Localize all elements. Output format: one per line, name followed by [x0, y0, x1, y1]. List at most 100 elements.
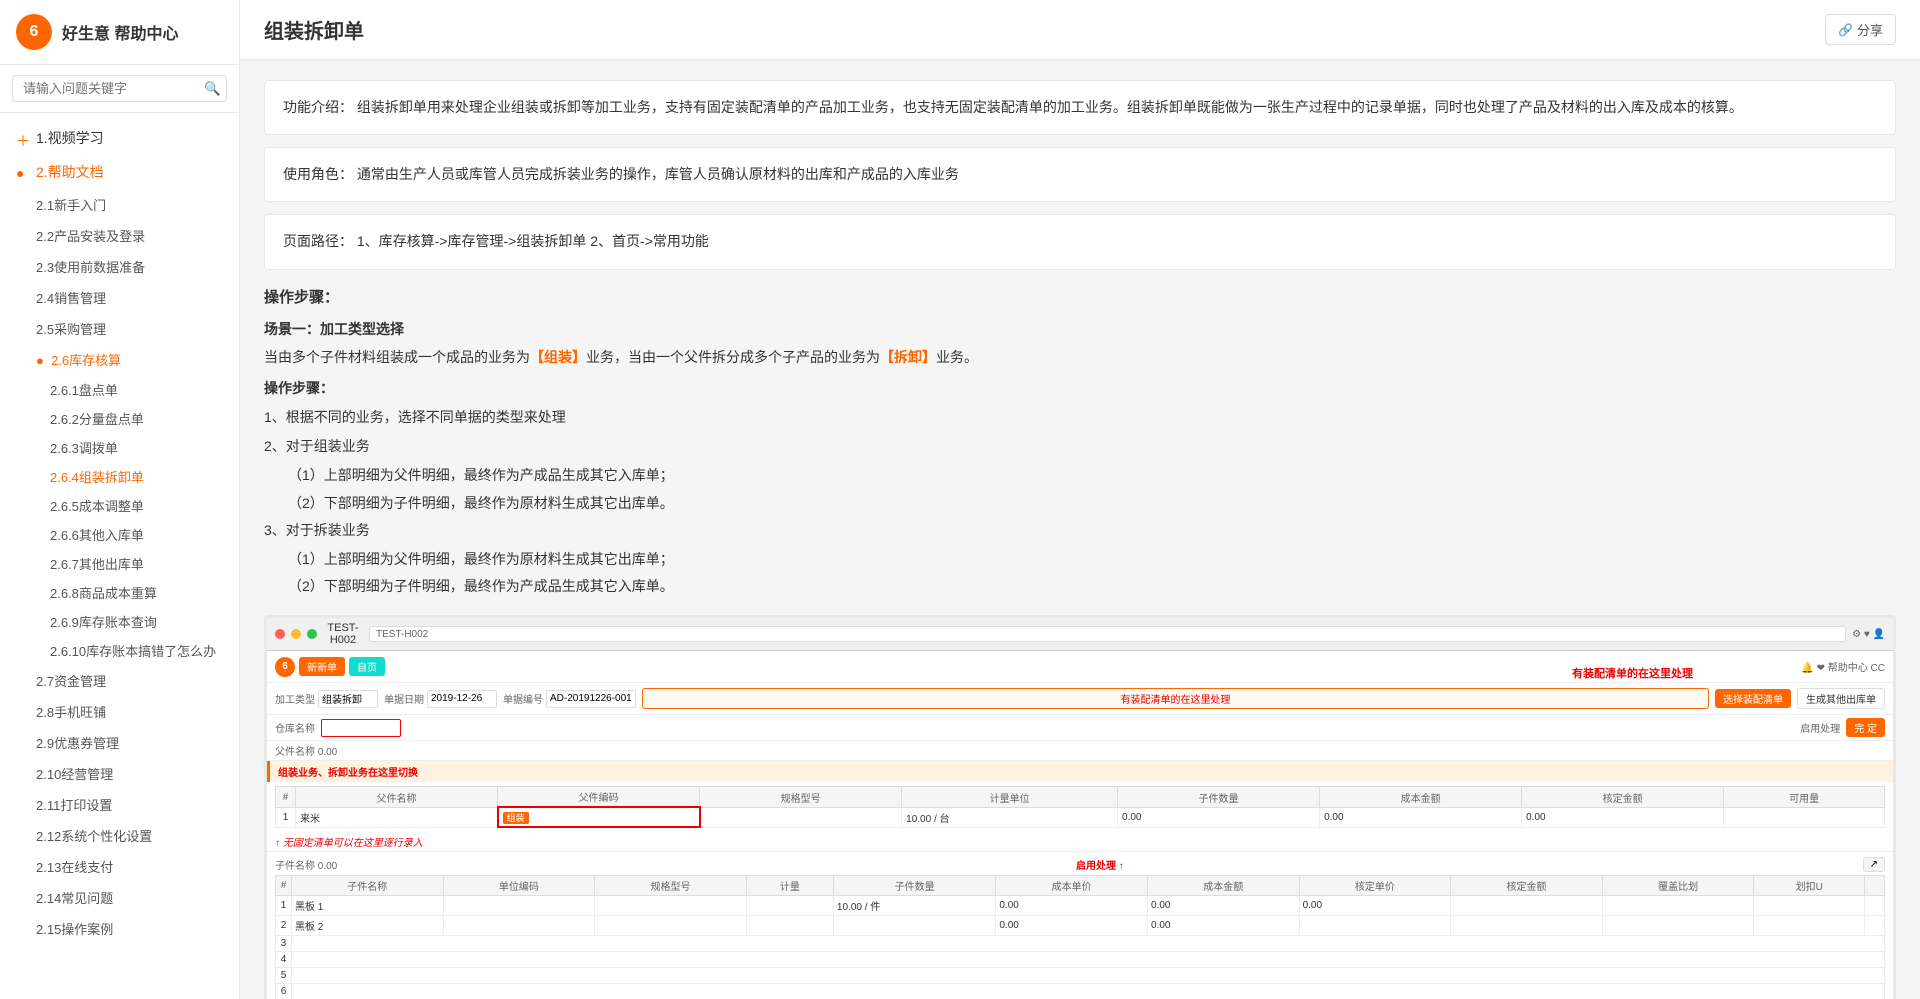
sim-enable-btn[interactable]: 完 定 — [1846, 718, 1885, 737]
nav-sub-items-docs: 2.1新手入门 2.2产品安装及登录 2.3使用前数据准备 2.4销售管理 2.… — [0, 189, 239, 944]
sim-top-row-1-name: 来米 — [296, 807, 498, 827]
sidebar-item-2-11[interactable]: 2.11打印设置 — [0, 789, 239, 820]
sim-bottom-section: 子件名称 0.00 启用处理 ↑ ↗ # 子件名称 单位编码 规格 — [267, 851, 1893, 999]
nav-section-1: ＋ 1.视频学习 — [0, 121, 239, 155]
sim-top-row-1-unit: 10.00 / 台 — [902, 807, 1118, 827]
sidebar-item-2-4[interactable]: 2.4销售管理 — [0, 282, 239, 313]
search-input[interactable] — [12, 75, 227, 102]
sim-enable-label: 启用处理 — [1800, 720, 1840, 735]
sim-type-label: 加工类型 — [275, 691, 315, 706]
steps-title: 操作步骤： — [264, 376, 1896, 401]
sidebar-item-2-6-4[interactable]: 2.6.4组装拆卸单 — [0, 462, 239, 491]
sim-expand-btn[interactable]: ↗ — [1863, 857, 1885, 872]
scenario1-title: 场景一：加工类型选择 — [264, 319, 1896, 339]
sim-app-logo: 6 — [275, 657, 295, 677]
share-icon: 🔗 — [1838, 23, 1853, 37]
page-title: 组装拆卸单 — [264, 15, 364, 44]
sidebar-item-2-10[interactable]: 2.10经营管理 — [0, 758, 239, 789]
sim-top-table-section: # 父件名称 父件编码 规格型号 计量单位 子件数量 成本金额 核定金额 可用量 — [267, 782, 1893, 832]
sim-date-input[interactable] — [427, 690, 497, 708]
sim-alert-box: 有装配清单的在这里处理 — [642, 688, 1709, 709]
sim-top-row-1-spec — [700, 807, 902, 827]
sim-tab-btn[interactable]: 自页 — [349, 657, 385, 676]
sim-top-row-1-num: 1 — [276, 807, 296, 827]
sidebar-item-2-6-6[interactable]: 2.6.6其他入库单 — [0, 520, 239, 549]
func-intro-label: 功能介绍： — [283, 99, 353, 115]
topbar: 组装拆卸单 🔗 分享 — [240, 0, 1920, 60]
sidebar-item-2-5[interactable]: 2.5采购管理 — [0, 313, 239, 344]
sidebar-item-2-3[interactable]: 2.3使用前数据准备 — [0, 251, 239, 282]
path-intro-text: 1、库存核算->库存管理->组装拆卸单 2、首页->常用功能 — [357, 233, 709, 249]
sim-enable-wrap: 启用处理 ↑ — [1076, 856, 1124, 872]
sim-top-row-1-cost: 0.00 — [1320, 807, 1522, 827]
nav-section-2: ● 2.帮助文档 2.1新手入门 2.2产品安装及登录 2.3使用前数据准备 — [0, 155, 239, 944]
sim-switch-annotation: 组装业务、拆卸业务在这里切换 — [267, 761, 1893, 782]
sidebar-item-2-12[interactable]: 2.12系统个性化设置 — [0, 820, 239, 851]
sim-enable-annotation-2: 启用处理 ↑ — [1076, 861, 1124, 872]
sim-warehouse-input[interactable] — [321, 719, 401, 737]
sidebar-item-2-2[interactable]: 2.2产品安装及登录 — [0, 220, 239, 251]
sidebar-item-2-6-10[interactable]: 2.6.10库存账本搞错了怎么办 — [0, 636, 239, 665]
sidebar-item-2-7[interactable]: 2.7资金管理 — [0, 665, 239, 696]
sim-top-nav-icons: 🔔 ❤ 帮助中心 CC — [1801, 659, 1885, 674]
path-intro-label: 页面路径： — [283, 233, 353, 249]
sim-sub-count: 子件名称 0.00 — [275, 857, 337, 872]
sidebar-item-2-6-3[interactable]: 2.6.3调拨单 — [0, 433, 239, 462]
sim-type-field: 加工类型 — [275, 690, 378, 708]
sim-type-badge: 组装 — [503, 812, 529, 824]
sim-bottom-table: # 子件名称 单位编码 规格型号 计量 子件数量 成本单价 成本金额 核定单价 … — [275, 875, 1885, 999]
minus-icon: ● — [16, 165, 30, 179]
step-3-1: （1）上部明细为父件明细，最终作为原材料生成其它出库单； — [264, 547, 1896, 572]
step-2: 2、对于组装业务 — [264, 434, 1896, 459]
sim-browser-icons: ⚙ ♥ 👤 — [1852, 629, 1885, 640]
sim-address-text: TEST-H002 — [323, 622, 363, 646]
func-intro-text: 组装拆卸单用来处理企业组装或拆卸等加工业务，支持有固定装配清单的产品加工业务，也… — [357, 99, 1743, 115]
sim-inline-annotation: ↑ 无固定清单可以在这里逐行录入 — [267, 832, 1893, 851]
sidebar-item-2-6-9[interactable]: 2.6.9库存账本查询 — [0, 607, 239, 636]
content-area: 功能介绍： 组装拆卸单用来处理企业组装或拆卸等加工业务，支持有固定装配清单的产品… — [240, 60, 1920, 999]
sim-bottom-header: 子件名称 0.00 启用处理 ↑ ↗ — [275, 856, 1885, 872]
sim-top-row-1-code[interactable]: 组装 — [498, 807, 700, 827]
sidebar-item-docs[interactable]: ● 2.帮助文档 — [0, 155, 239, 189]
sim-top-row-1-qty: 0.00 — [1118, 807, 1320, 827]
step-2-1: （1）上部明细为父件明细，最终作为产成品生成其它入库单； — [264, 463, 1896, 488]
sim-count-text: 父件名称 0.00 — [275, 743, 337, 758]
sidebar-item-2-1[interactable]: 2.1新手入门 — [0, 189, 239, 220]
sim-select-bom-btn[interactable]: 选择装配清单 — [1715, 689, 1791, 708]
sim-url-bar: TEST-H002 — [369, 626, 1846, 642]
func-intro-block: 功能介绍： 组装拆卸单用来处理企业组装或拆卸等加工业务，支持有固定装配清单的产品… — [264, 80, 1896, 135]
sidebar-item-2-6-1[interactable]: 2.6.1盘点单 — [0, 375, 239, 404]
sim-new-btn[interactable]: 新新单 — [299, 657, 345, 676]
sidebar-item-2-14[interactable]: 2.14常见问题 — [0, 882, 239, 913]
step-3: 3、对于拆装业务 — [264, 518, 1896, 543]
step-2-2: （2）下部明细为子件明细，最终作为原材料生成其它出库单。 — [264, 491, 1896, 516]
sim-date-label: 单据日期 — [384, 691, 424, 706]
sim-top-table: # 父件名称 父件编码 规格型号 计量单位 子件数量 成本金额 核定金额 可用量 — [275, 786, 1885, 828]
sim-count-row: 父件名称 0.00 — [267, 741, 1893, 761]
plus-icon: ＋ — [16, 131, 30, 145]
share-button[interactable]: 🔗 分享 — [1825, 14, 1896, 45]
step-1: 1、根据不同的业务，选择不同单据的类型来处理 — [264, 405, 1896, 430]
sim-top-row-1-avail — [1724, 807, 1885, 827]
sim-orderno-input[interactable] — [546, 690, 636, 708]
sidebar-item-2-6[interactable]: ● 2.6库存核算 — [0, 344, 239, 375]
sidebar-item-2-15[interactable]: 2.15操作案例 — [0, 913, 239, 944]
sidebar-item-2-6-2[interactable]: 2.6.2分量盘点单 — [0, 404, 239, 433]
search-button[interactable]: 🔍 — [204, 81, 221, 97]
role-intro-text: 通常由生产人员或库管人员完成拆装业务的操作，库管人员确认原材料的出库和产成品的入… — [357, 166, 959, 182]
sim-type-input[interactable] — [318, 690, 378, 708]
nav-list: ＋ 1.视频学习 ● 2.帮助文档 2.1新手入门 2.2产品安装及登录 — [0, 113, 239, 999]
sidebar-item-2-6-8[interactable]: 2.6.8商品成本重算 — [0, 578, 239, 607]
sim-orderno-field: 单据编号 — [503, 690, 636, 708]
sim-top-row-1-approved: 0.00 — [1522, 807, 1724, 827]
sidebar-item-2-8[interactable]: 2.8手机旺铺 — [0, 696, 239, 727]
sidebar-item-2-9[interactable]: 2.9优惠券管理 — [0, 727, 239, 758]
sidebar-item-2-13[interactable]: 2.13在线支付 — [0, 851, 239, 882]
sim-gen-btn[interactable]: 生成其他出库单 — [1797, 688, 1885, 709]
sidebar-item-video[interactable]: ＋ 1.视频学习 — [0, 121, 239, 155]
sidebar-item-2-6-7[interactable]: 2.6.7其他出库单 — [0, 549, 239, 578]
sim-date-field: 单据日期 — [384, 690, 497, 708]
sidebar-item-2-6-5[interactable]: 2.6.5成本调整单 — [0, 491, 239, 520]
sidebar: 6 好生意 帮助中心 🔍 ＋ 1.视频学习 ● 2.帮助文档 2.1新 — [0, 0, 240, 999]
app-title: 好生意 帮助中心 — [62, 20, 178, 44]
